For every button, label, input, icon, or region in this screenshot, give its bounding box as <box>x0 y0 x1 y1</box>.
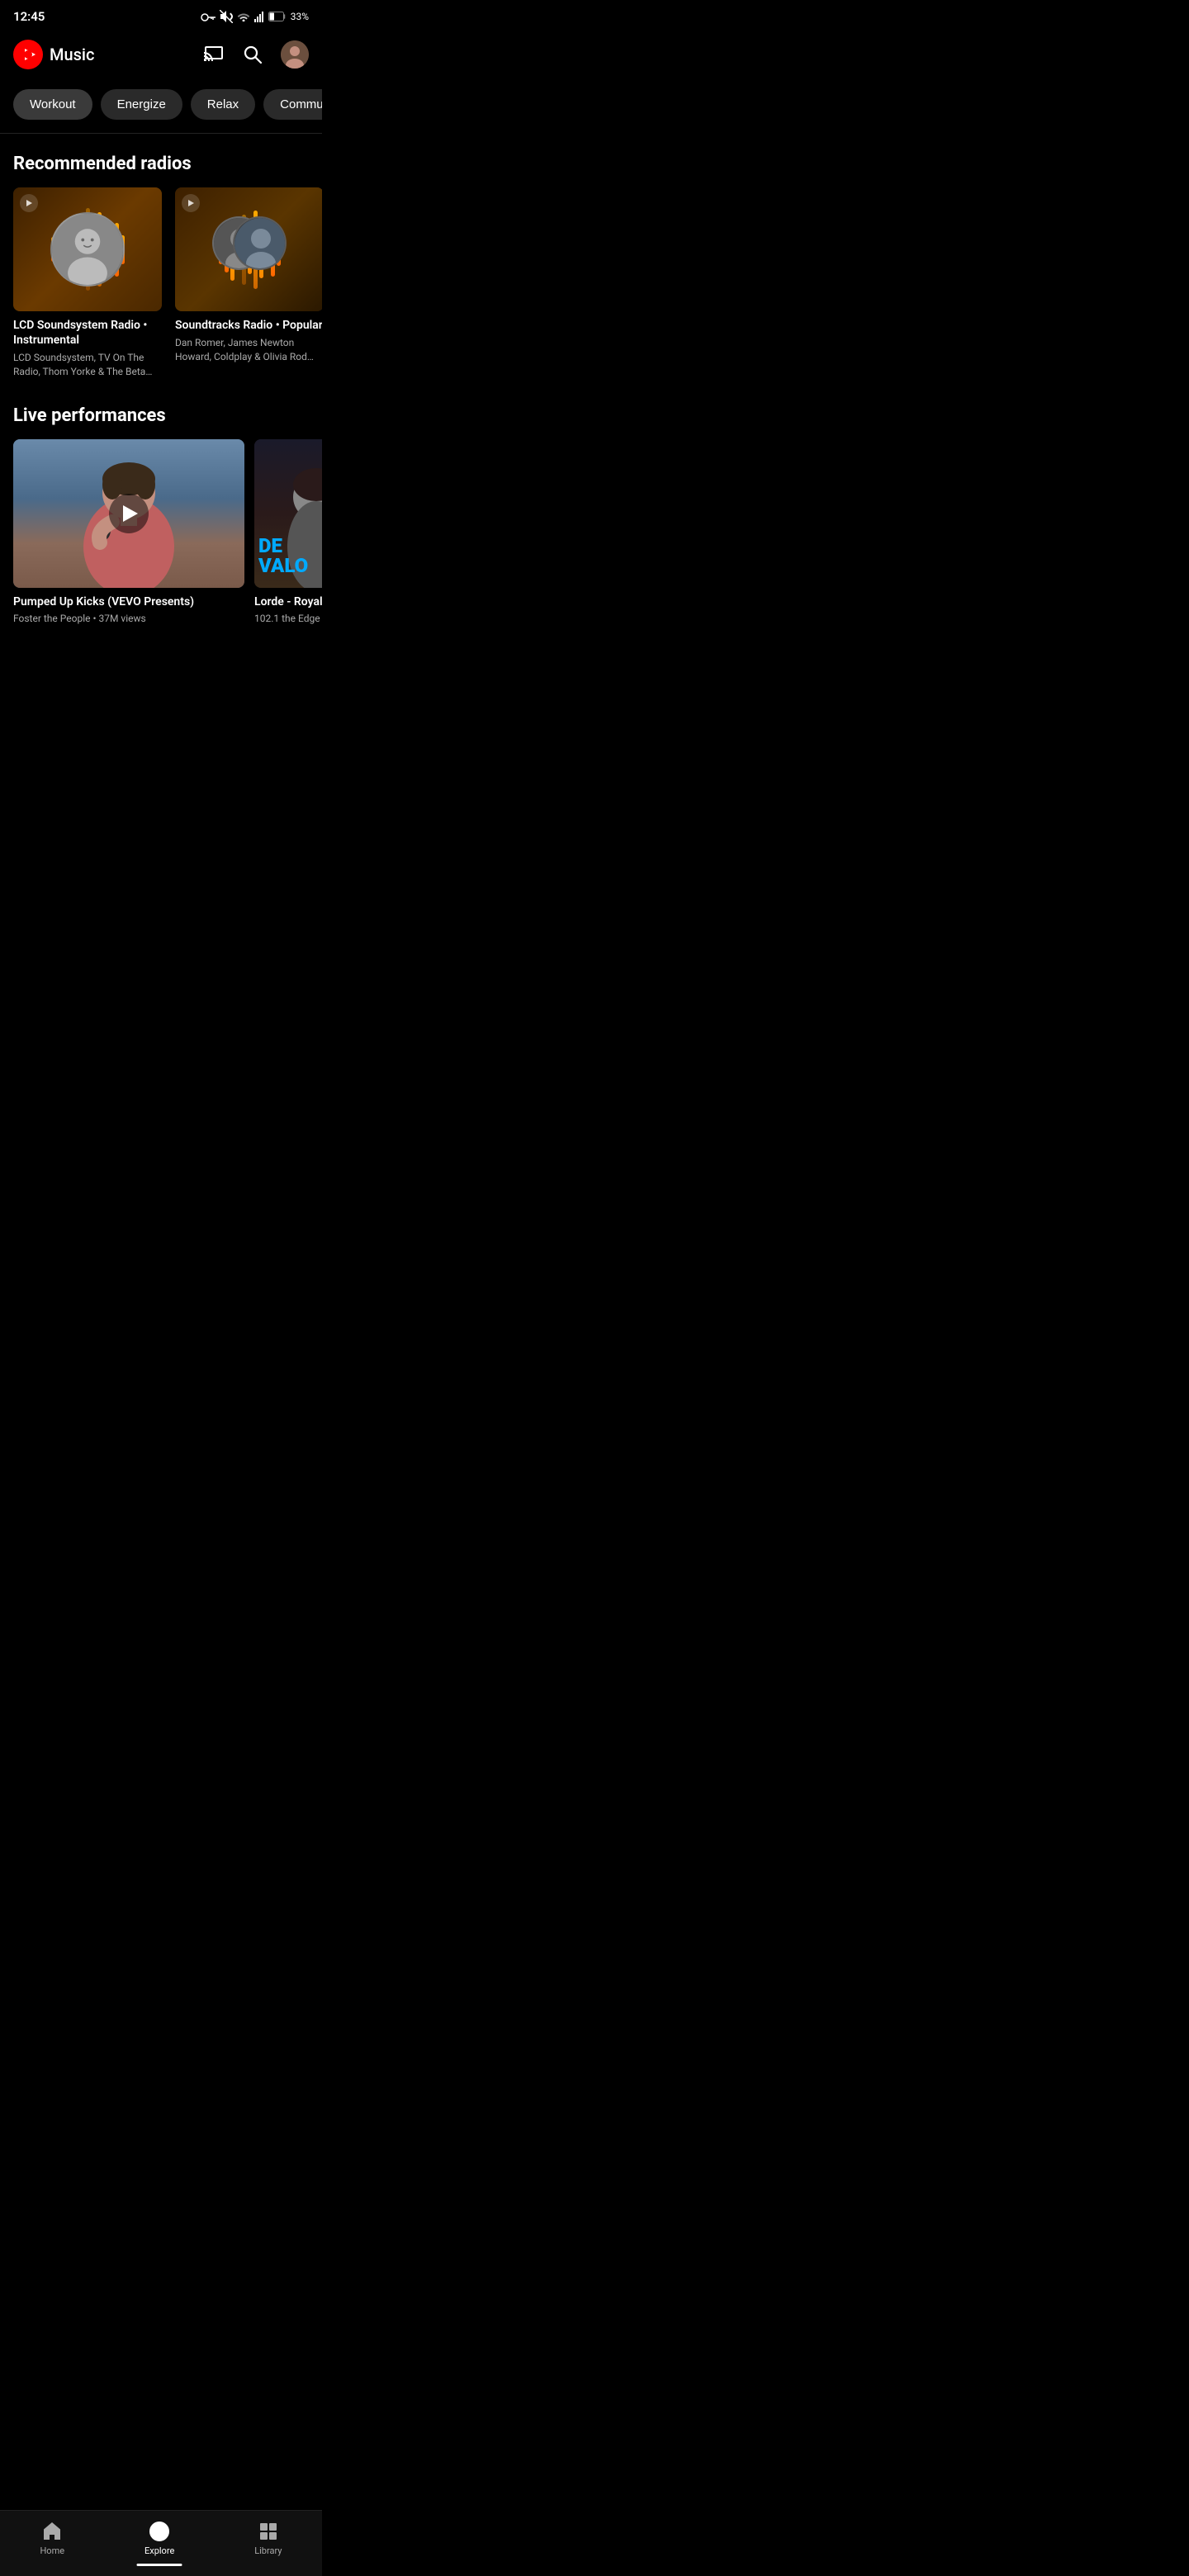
search-button[interactable] <box>241 43 264 66</box>
nav-library[interactable]: Library <box>238 2517 298 2559</box>
status-time: 12:45 <box>13 9 45 24</box>
live-performances-title: Live performances <box>0 405 322 439</box>
search-icon <box>243 45 263 64</box>
radio-card-title-1: LCD Soundsystem Radio • Instrumental <box>13 318 162 348</box>
radio-card-info-1: LCD Soundsystem Radio • Instrumental LCD… <box>13 311 162 379</box>
home-icon <box>41 2521 63 2542</box>
header: Music <box>0 33 322 83</box>
recommended-radios-section: Recommended radios <box>0 134 322 389</box>
nav-library-label: Library <box>254 2545 282 2556</box>
radio-play-badge-2 <box>182 194 200 212</box>
nav-active-indicator <box>137 2564 182 2566</box>
battery-icon <box>268 12 287 21</box>
radio-card-title-2: Soundtracks Radio • Popular <box>175 318 322 333</box>
radio-cards-scroll: LCD Soundsystem Radio • Instrumental LCD… <box>0 187 322 379</box>
nav-home-label: Home <box>40 2545 64 2556</box>
video-card-title-1: Pumped Up Kicks (VEVO Presents) <box>13 594 244 609</box>
status-icons: 33% <box>201 10 309 23</box>
nav-explore[interactable]: Explore <box>128 2517 191 2559</box>
video-card-subtitle-2: 102.1 the Edge <box>254 613 322 624</box>
play-icon-small-2 <box>186 198 196 208</box>
user-avatar[interactable] <box>281 40 309 69</box>
video-thumbnail-2: DEVALO <box>254 439 322 588</box>
live-performances-section: Live performances <box>0 389 322 634</box>
radio-card-image-2 <box>175 187 322 311</box>
video-cards-scroll: Pumped Up Kicks (VEVO Presents) Foster t… <box>0 439 322 624</box>
play-icon-small <box>24 198 34 208</box>
status-bar: 12:45 <box>0 0 322 33</box>
wifi-icon <box>237 12 250 21</box>
artist-circle-1 <box>50 212 125 286</box>
chip-relax[interactable]: Relax <box>191 89 255 120</box>
key-icon <box>201 11 216 22</box>
nav-explore-label: Explore <box>144 2545 174 2556</box>
radio-card-subtitle-2: Dan Romer, James Newton Howard, Coldplay… <box>175 336 322 364</box>
video-thumbnail-1 <box>13 439 244 588</box>
video-card-subtitle-1: Foster the People • 37M views <box>13 613 244 624</box>
app-name: Music <box>50 45 94 64</box>
video-card-info-1: Pumped Up Kicks (VEVO Presents) Foster t… <box>13 588 244 624</box>
cast-button[interactable] <box>201 43 225 66</box>
youtube-music-logo <box>13 40 43 69</box>
radio-card-1[interactable]: LCD Soundsystem Radio • Instrumental LCD… <box>13 187 162 379</box>
radio-card-2[interactable]: Soundtracks Radio • Popular Dan Romer, J… <box>175 187 322 379</box>
video-card-2[interactable]: DEVALO Lorde - Royals 102.1 the Edge <box>254 439 322 624</box>
header-icons <box>201 40 309 69</box>
chip-commute[interactable]: Commute <box>263 89 322 120</box>
nav-home[interactable]: Home <box>23 2517 81 2559</box>
cast-icon <box>202 45 224 64</box>
library-icon <box>258 2521 279 2542</box>
signal-icon <box>254 11 264 22</box>
chips-container: Workout Energize Relax Commute Focus <box>0 83 322 133</box>
play-button-1[interactable] <box>109 494 149 533</box>
video-card-title-2: Lorde - Royals <box>254 594 322 609</box>
bottom-nav: Home Explore Library <box>0 2510 322 2576</box>
chip-energize[interactable]: Energize <box>101 89 182 120</box>
battery-text: 33% <box>291 11 309 22</box>
video-card-info-2: Lorde - Royals 102.1 the Edge <box>254 588 322 624</box>
radio-play-badge-1 <box>20 194 38 212</box>
radio-card-subtitle-1: LCD Soundsystem, TV On The Radio, Thom Y… <box>13 351 162 379</box>
artist-photo-1 <box>52 212 123 286</box>
radio-card-info-2: Soundtracks Radio • Popular Dan Romer, J… <box>175 311 322 364</box>
mute-icon <box>220 10 233 23</box>
chip-workout[interactable]: Workout <box>13 89 92 120</box>
explore-icon <box>149 2521 170 2542</box>
avatar-image <box>281 40 309 69</box>
radio-card-image-1 <box>13 187 162 311</box>
recommended-radios-title: Recommended radios <box>0 154 322 187</box>
logo-container: Music <box>13 40 94 69</box>
de-valo-text: DEVALO <box>258 536 308 575</box>
video-card-1[interactable]: Pumped Up Kicks (VEVO Presents) Foster t… <box>13 439 244 624</box>
